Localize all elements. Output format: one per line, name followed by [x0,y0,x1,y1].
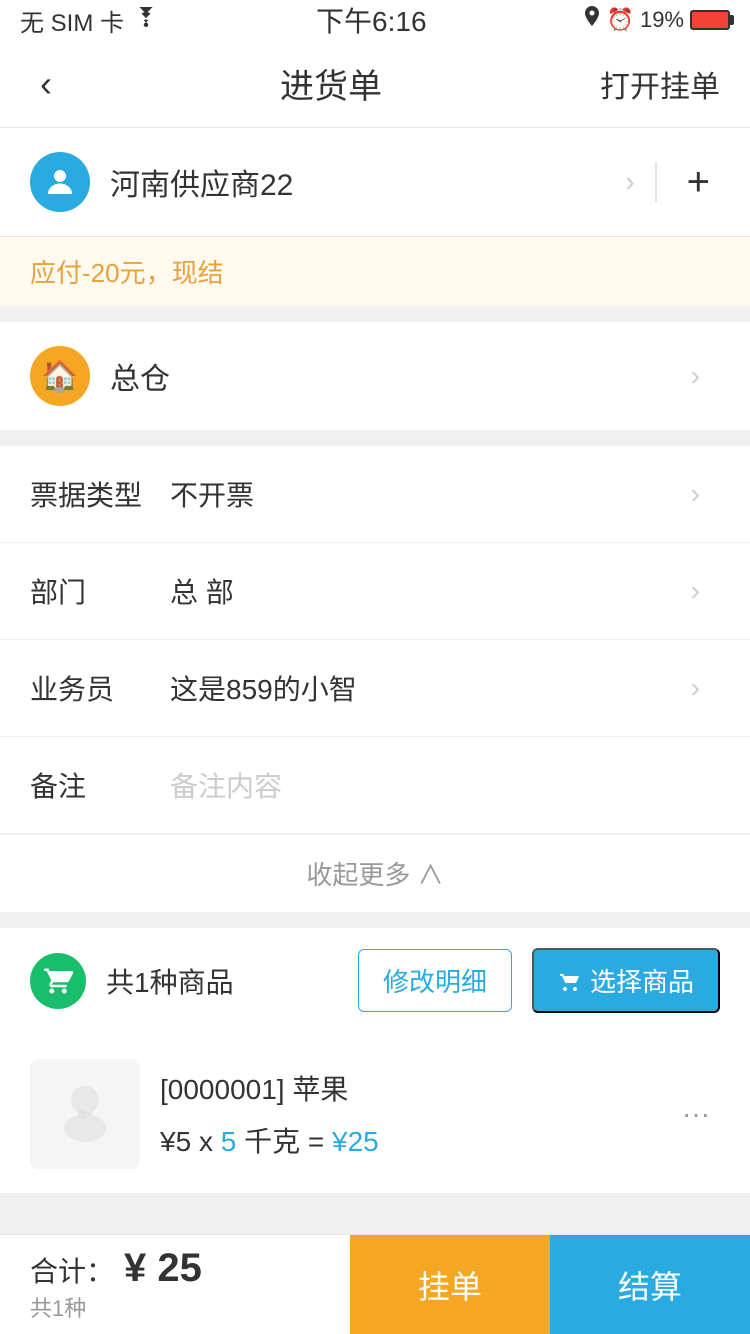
edit-detail-button[interactable]: 修改明细 [358,949,512,1012]
status-carrier: 无 SIM 卡 [20,3,160,38]
ticket-type-value: 不开票 [150,474,691,514]
alarm-icon: ⏰ [607,7,634,33]
supplier-name: 河南供应商22 [110,160,625,204]
hang-button[interactable]: 挂单 [350,1235,550,1334]
warehouse-icon: 🏠 [30,346,90,406]
collapse-toggle[interactable]: 收起更多 ∧ [0,834,750,912]
battery-icon [690,10,730,30]
remark-row[interactable]: 备注 备注内容 [0,737,750,834]
main-content: 河南供应商22 › + 应付-20元，现结 🏠 总仓 › 票据类型 不开票 › … [0,128,750,1329]
supplier-divider [655,162,657,202]
product-title: 苹果 [292,1074,348,1105]
total-amount: ¥ 25 [124,1246,202,1291]
bottom-bar: 合计： ¥ 25 共1种 挂单 结算 [0,1234,750,1334]
total-sub: 共1种 [30,1291,320,1323]
add-button[interactable]: + [677,160,720,205]
supplier-card: 河南供应商22 › + 应付-20元，现结 [0,128,750,306]
product-section: 共1种商品 修改明细 选择商品 管+ [0000001] [0,928,750,1193]
dept-label: 部门 [30,571,150,611]
warehouse-row[interactable]: 🏠 总仓 › [0,322,750,430]
total-area: 合计： ¥ 25 共1种 [0,1246,350,1323]
remark-label: 备注 [30,765,150,805]
dept-row[interactable]: 部门 总 部 › [0,543,750,640]
status-time: 下午6:16 [316,0,427,40]
product-thumbnail: 管+ [30,1059,140,1169]
select-product-label: 选择商品 [590,962,694,999]
salesman-chevron-icon: › [691,672,700,704]
svg-text:管+: 管+ [77,1108,93,1121]
product-equals: = [308,1126,332,1157]
product-info: [0000001] 苹果 ¥5 x 5 千克 = ¥25 [160,1068,652,1160]
product-price: ¥5 x 5 千克 = ¥25 [160,1120,652,1160]
checkout-button[interactable]: 结算 [550,1235,750,1334]
location-icon [583,6,601,34]
product-unit: 千克 [244,1126,300,1157]
warehouse-card[interactable]: 🏠 总仓 › [0,322,750,430]
supplier-avatar [30,152,90,212]
ticket-type-label: 票据类型 [30,474,150,514]
back-button[interactable]: ‹ [30,53,62,115]
ticket-type-chevron-icon: › [691,478,700,510]
dept-value: 总 部 [150,571,691,611]
product-code: [0000001] [160,1074,285,1105]
total-text: 合计： [30,1250,114,1290]
warehouse-name: 总仓 [110,354,691,398]
battery-percent: 19% [640,7,684,33]
open-hang-button[interactable]: 打开挂单 [600,62,720,106]
salesman-label: 业务员 [30,668,150,708]
supplier-notice: 应付-20元，现结 [0,237,750,306]
supplier-chevron-icon: › [625,166,634,198]
product-count: 共1种商品 [106,961,338,1001]
select-product-button[interactable]: 选择商品 [532,948,720,1013]
status-indicators: ⏰ 19% [583,6,730,34]
nav-bar: ‹ 进货单 打开挂单 [0,40,750,128]
carrier-text: 无 SIM 卡 [20,3,124,38]
product-name: [0000001] 苹果 [160,1068,652,1108]
product-unit-price: ¥5 [160,1126,191,1157]
wifi-icon [132,6,160,34]
product-section-icon [30,953,86,1009]
ticket-type-row[interactable]: 票据类型 不开票 › [0,446,750,543]
product-header: 共1种商品 修改明细 选择商品 [0,928,750,1033]
product-total: ¥25 [332,1126,379,1157]
remark-input[interactable]: 备注内容 [150,765,720,805]
warehouse-chevron-icon: › [691,360,700,392]
dept-chevron-icon: › [691,575,700,607]
product-item: 管+ [0000001] 苹果 ¥5 x 5 千克 = ¥25 ··· [0,1035,750,1193]
product-more-button[interactable]: ··· [672,1088,720,1140]
status-bar: 无 SIM 卡 下午6:16 ⏰ 19% [0,0,750,40]
supplier-row[interactable]: 河南供应商22 › + [0,128,750,237]
form-card: 票据类型 不开票 › 部门 总 部 › 业务员 这是859的小智 › 备注 备注… [0,446,750,912]
salesman-value: 这是859的小智 [150,668,691,708]
salesman-row[interactable]: 业务员 这是859的小智 › [0,640,750,737]
product-multiply: x [199,1126,221,1157]
total-label: 合计： ¥ 25 [30,1246,320,1291]
page-title: 进货单 [280,59,382,108]
product-qty: 5 [221,1126,237,1157]
